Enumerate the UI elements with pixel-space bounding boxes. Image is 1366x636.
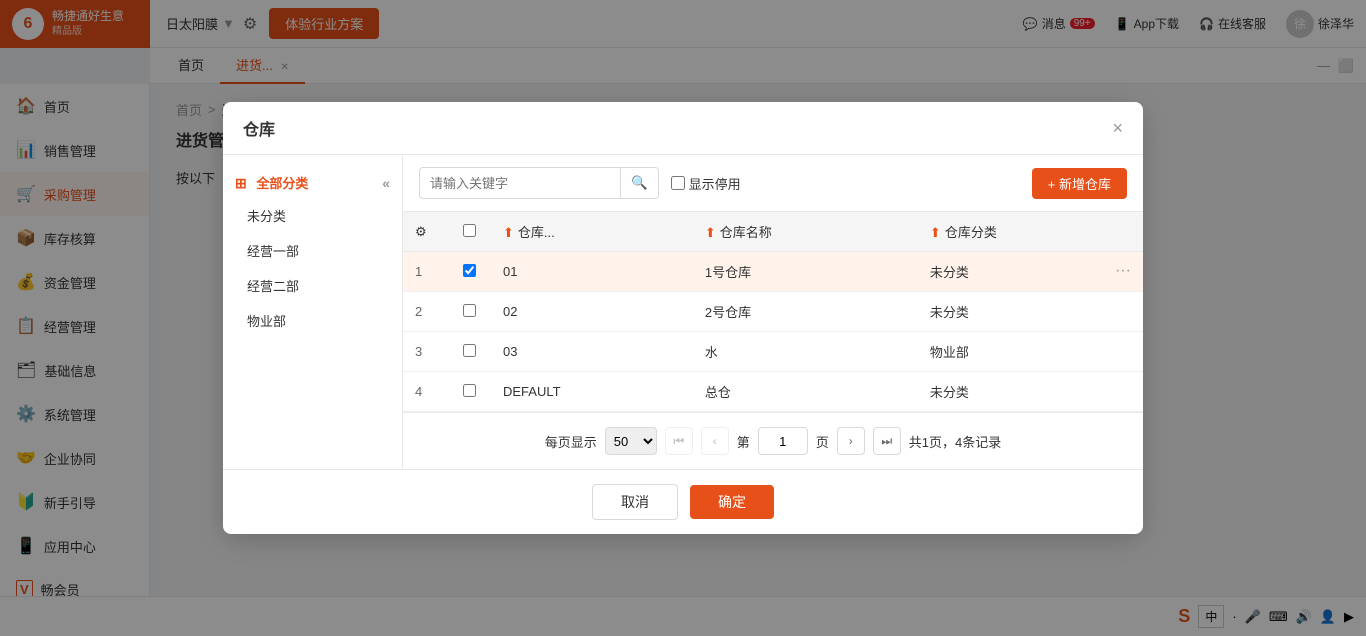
show-disabled-label: 显示停用 <box>671 174 741 193</box>
warehouse-table: ⚙ ⬆仓库... ⬆仓库名称 ⬆仓库分类 1 01 1号仓库 <box>403 212 1143 412</box>
row-name: 2号仓库 <box>693 292 918 332</box>
row-category: 未分类 <box>918 372 1143 412</box>
page-first-button[interactable]: ⏮ <box>665 427 693 455</box>
grid-icon: ⊞ <box>235 175 247 191</box>
page-next-button[interactable]: › <box>837 427 865 455</box>
row-name: 水 <box>693 332 918 372</box>
table-row[interactable]: 4 DEFAULT 总仓 未分类 <box>403 372 1143 412</box>
table-wrap: ⚙ ⬆仓库... ⬆仓库名称 ⬆仓库分类 1 01 1号仓库 <box>403 212 1143 412</box>
row-checkbox-cell <box>451 292 491 332</box>
tree-item-ops1[interactable]: 经营一部 <box>223 233 402 268</box>
add-warehouse-button[interactable]: + 新增仓库 <box>1032 168 1127 199</box>
show-disabled-checkbox[interactable] <box>671 176 685 190</box>
per-page-select[interactable]: 50 100 200 <box>605 427 657 455</box>
row-category: 未分类 ··· <box>918 252 1143 292</box>
tree-item-unclassified[interactable]: 未分类 <box>223 198 402 233</box>
row-checkbox-cell <box>451 372 491 412</box>
row-num: 2 <box>403 292 451 332</box>
search-input-wrap: 🔍 <box>419 167 659 199</box>
row-code: 01 <box>491 252 693 292</box>
row-checkbox-cell <box>451 252 491 292</box>
total-info: 共1页，4条记录 <box>909 432 1001 451</box>
tree-item-property[interactable]: 物业部 <box>223 303 402 338</box>
tree-collapse-icon[interactable]: « <box>382 175 390 191</box>
row-code: 02 <box>491 292 693 332</box>
row-checkbox[interactable] <box>463 264 476 277</box>
select-all-checkbox[interactable] <box>463 224 476 237</box>
more-icon[interactable]: ··· <box>1115 262 1131 280</box>
table-row[interactable]: 1 01 1号仓库 未分类 ··· <box>403 252 1143 292</box>
table-row[interactable]: 2 02 2号仓库 未分类 <box>403 292 1143 332</box>
page-suffix: 页 <box>816 432 829 451</box>
modal-header: 仓库 × <box>223 102 1143 155</box>
tree-root[interactable]: ⊞ 全部分类 « <box>223 167 402 198</box>
row-code: DEFAULT <box>491 372 693 412</box>
tree-item-ops2[interactable]: 经营二部 <box>223 268 402 303</box>
warehouse-modal: 仓库 × ⊞ 全部分类 « 未分类 经营一部 经营二部 物业部 🔍 <box>223 102 1143 534</box>
page-last-button[interactable]: ⏭ <box>873 427 901 455</box>
row-name: 1号仓库 <box>693 252 918 292</box>
page-number-input[interactable] <box>758 427 808 455</box>
col-code: ⬆仓库... <box>491 212 693 252</box>
confirm-button[interactable]: 确定 <box>690 485 774 519</box>
row-num: 4 <box>403 372 451 412</box>
modal-footer: 取消 确定 <box>223 469 1143 534</box>
row-num: 3 <box>403 332 451 372</box>
search-input[interactable] <box>420 176 620 191</box>
modal-title: 仓库 <box>243 116 275 140</box>
page-prev-button[interactable]: ‹ <box>701 427 729 455</box>
row-checkbox-cell <box>451 332 491 372</box>
search-button[interactable]: 🔍 <box>620 167 658 199</box>
modal-close-button[interactable]: × <box>1112 118 1123 139</box>
right-panel: 🔍 显示停用 + 新增仓库 ⚙ ⬆仓库... ⬆仓库名称 <box>403 155 1143 469</box>
cancel-button[interactable]: 取消 <box>592 484 678 520</box>
modal-body: ⊞ 全部分类 « 未分类 经营一部 经营二部 物业部 🔍 显示停用 <box>223 155 1143 469</box>
col-settings: ⚙ <box>403 212 451 252</box>
row-checkbox[interactable] <box>463 384 476 397</box>
table-row[interactable]: 3 03 水 物业部 <box>403 332 1143 372</box>
pagination: 每页显示 50 100 200 ⏮ ‹ 第 页 › ⏭ 共1页，4条记录 <box>403 412 1143 469</box>
per-page-label: 每页显示 <box>545 432 597 451</box>
row-category: 未分类 <box>918 292 1143 332</box>
col-name: ⬆仓库名称 <box>693 212 918 252</box>
col-category: ⬆仓库分类 <box>918 212 1143 252</box>
row-checkbox[interactable] <box>463 304 476 317</box>
search-bar: 🔍 显示停用 + 新增仓库 <box>403 155 1143 212</box>
row-name: 总仓 <box>693 372 918 412</box>
col-checkbox <box>451 212 491 252</box>
row-checkbox[interactable] <box>463 344 476 357</box>
row-category: 物业部 <box>918 332 1143 372</box>
tree-panel: ⊞ 全部分类 « 未分类 经营一部 经营二部 物业部 <box>223 155 403 469</box>
page-label: 第 <box>737 432 750 451</box>
row-num: 1 <box>403 252 451 292</box>
row-code: 03 <box>491 332 693 372</box>
